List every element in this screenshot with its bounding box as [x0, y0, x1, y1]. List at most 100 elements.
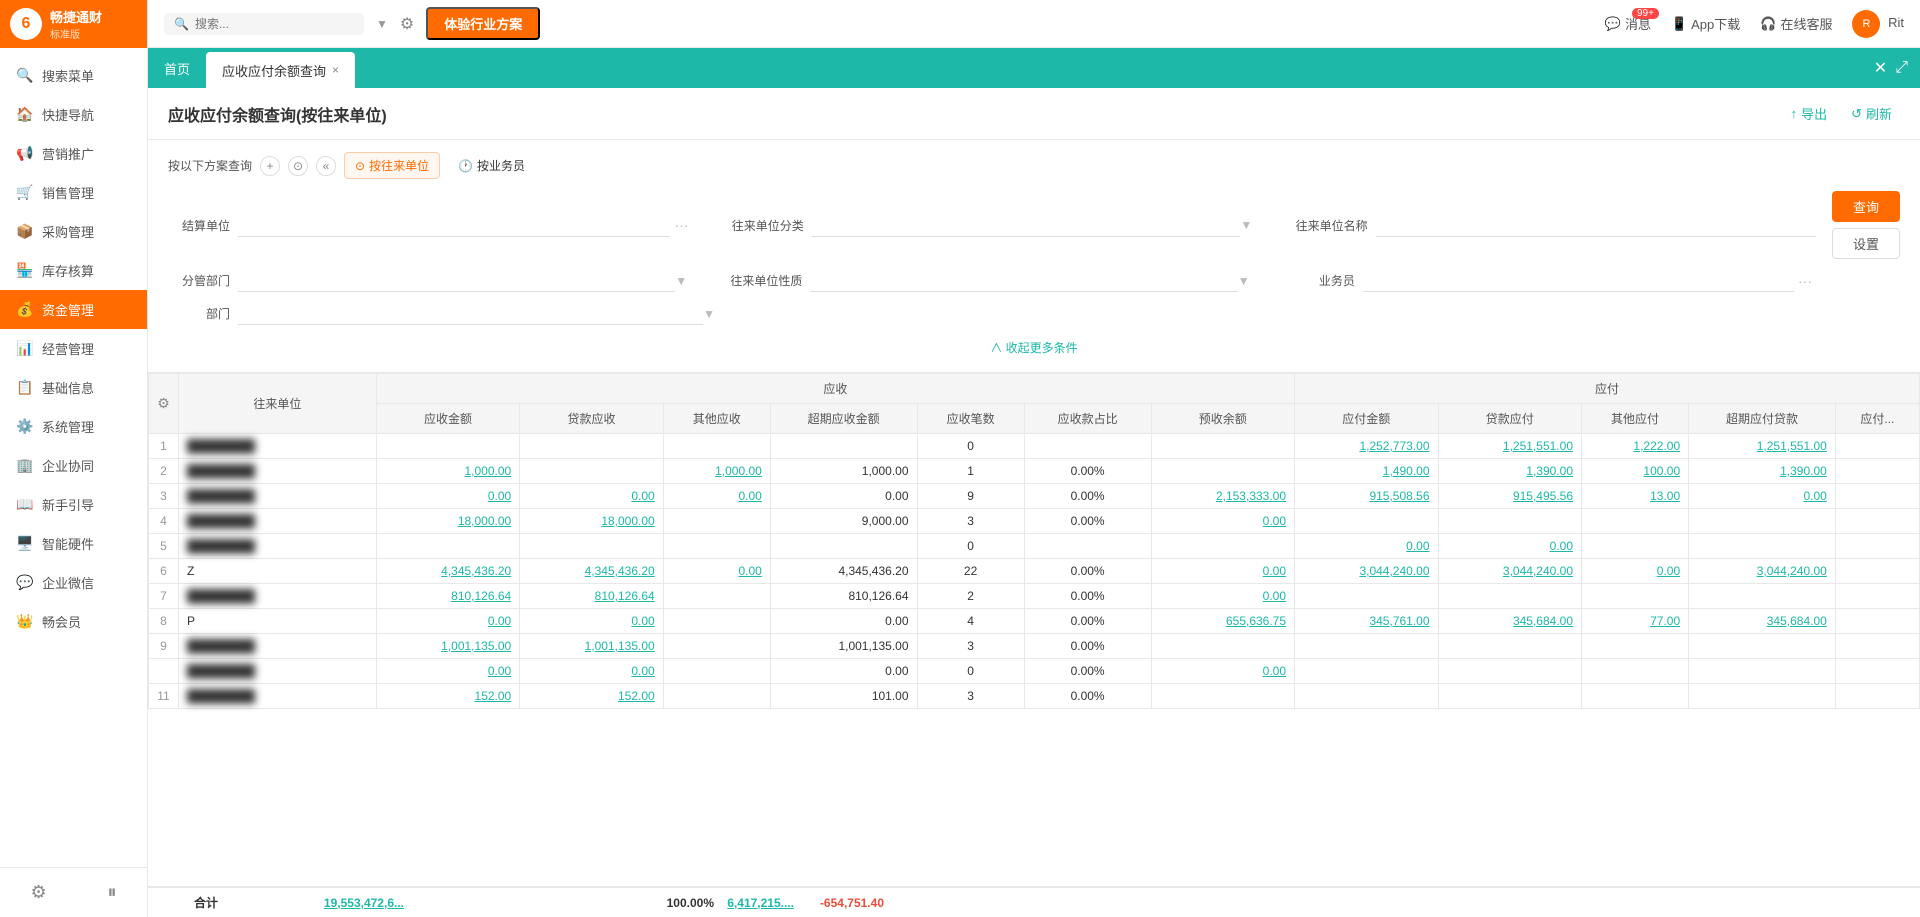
cell-other-rec[interactable]: 1,000.00 — [663, 459, 770, 484]
sidebar-item-guide[interactable]: 📖 新手引导 — [0, 485, 147, 524]
add-scheme-button[interactable]: + — [260, 156, 280, 176]
cell-overdue-pay[interactable]: 3,044,240.00 — [1689, 559, 1836, 584]
cell-loan-rec[interactable]: 152.00 — [520, 684, 663, 709]
maximize-icon[interactable]: ⤢ — [1895, 59, 1908, 77]
cell-rec-amount[interactable]: 0.00 — [376, 484, 519, 509]
query-button[interactable]: 查询 — [1832, 191, 1900, 222]
cell-loan-pay[interactable]: 915,495.56 — [1438, 484, 1581, 509]
tab-home[interactable]: 首页 — [148, 48, 206, 88]
xingzhi-input[interactable] — [810, 269, 1237, 292]
name-input[interactable] — [1376, 214, 1816, 237]
cell-overdue-pay[interactable]: 1,390.00 — [1689, 459, 1836, 484]
jiesuan-input[interactable] — [238, 214, 670, 237]
cell-rec-amount[interactable]: 0.00 — [376, 659, 519, 684]
cell-other-rec[interactable]: 0.00 — [663, 484, 770, 509]
cell-other-pay[interactable]: 13.00 — [1582, 484, 1689, 509]
online-service-button[interactable]: 🎧 在线客服 — [1760, 14, 1832, 33]
fenguan-input[interactable] — [238, 269, 675, 292]
jiesuan-dots-icon[interactable]: ··· — [670, 217, 688, 233]
promo-button[interactable]: 体验行业方案 — [426, 7, 540, 40]
cell-rec-amount[interactable]: 152.00 — [376, 684, 519, 709]
fenlei-input[interactable] — [812, 214, 1241, 237]
collapse-icon[interactable]: ⏸ — [102, 876, 123, 909]
cell-prepay[interactable]: 0.00 — [1151, 559, 1294, 584]
search-input[interactable] — [195, 17, 345, 31]
cell-pay-amount[interactable]: 345,761.00 — [1295, 609, 1438, 634]
user-menu[interactable]: R Rit — [1852, 10, 1904, 38]
cell-loan-pay[interactable]: 1,390.00 — [1438, 459, 1581, 484]
settings-scheme-button[interactable]: ⊙ — [288, 156, 308, 176]
sidebar-item-enterprise[interactable]: 🏢 企业协同 — [0, 446, 147, 485]
cell-loan-rec[interactable]: 4,345,436.20 — [520, 559, 663, 584]
cell-pay-amount[interactable]: 915,508.56 — [1295, 484, 1438, 509]
cell-loan-pay[interactable]: 1,251,551.00 — [1438, 434, 1581, 459]
sidebar-item-inventory[interactable]: 🏪 库存核算 — [0, 251, 147, 290]
cell-prepay[interactable]: 2,153,333.00 — [1151, 484, 1294, 509]
cell-loan-rec[interactable]: 18,000.00 — [520, 509, 663, 534]
message-button[interactable]: 💬 消息 99+ — [1605, 14, 1651, 33]
cell-rec-amount[interactable]: 1,000.00 — [376, 459, 519, 484]
cell-rec-amount[interactable]: 4,345,436.20 — [376, 559, 519, 584]
refresh-button[interactable]: ↺ 刷新 — [1843, 100, 1900, 127]
scheme-by-salesperson[interactable]: 🕐 按业务员 — [448, 153, 535, 178]
cell-loan-rec[interactable]: 1,001,135.00 — [520, 634, 663, 659]
cell-pay-amount[interactable]: 3,044,240.00 — [1295, 559, 1438, 584]
cell-other-rec[interactable]: 0.00 — [663, 559, 770, 584]
cell-prepay[interactable]: 0.00 — [1151, 584, 1294, 609]
cell-other-pay[interactable]: 0.00 — [1582, 559, 1689, 584]
cell-prepay[interactable]: 0.00 — [1151, 659, 1294, 684]
cell-loan-rec[interactable]: 0.00 — [520, 609, 663, 634]
search-box[interactable]: 🔍 — [164, 13, 364, 35]
close-tab-icon[interactable]: × — [332, 63, 339, 77]
bumen-chevron-icon[interactable]: ▼ — [703, 307, 715, 321]
sidebar-item-sales[interactable]: 🛒 销售管理 — [0, 173, 147, 212]
sidebar-item-search[interactable]: 🔍 搜索菜单 — [0, 56, 147, 95]
bumen-input[interactable] — [238, 302, 703, 325]
footer-rec-total[interactable]: 19,553,472,6... — [314, 896, 404, 910]
collapse-filter-button[interactable]: ∧ 收起更多条件 — [168, 335, 1900, 360]
settings-bottom-icon[interactable]: ⚙ — [24, 876, 52, 909]
collapse-scheme-button[interactable]: « — [316, 156, 336, 176]
sidebar-item-marketing[interactable]: 📢 营销推广 — [0, 134, 147, 173]
cell-prepay[interactable]: 0.00 — [1151, 509, 1294, 534]
yewuyuan-input[interactable] — [1363, 269, 1794, 292]
scheme-by-partner[interactable]: ⊙ 按往来单位 — [344, 152, 440, 179]
cell-other-pay[interactable]: 77.00 — [1582, 609, 1689, 634]
xingzhi-chevron-icon[interactable]: ▼ — [1238, 274, 1250, 288]
cell-loan-pay[interactable]: 345,684.00 — [1438, 609, 1581, 634]
sidebar-item-operations[interactable]: 📊 经营管理 — [0, 329, 147, 368]
sidebar-item-hardware[interactable]: 🖥️ 智能硬件 — [0, 524, 147, 563]
cell-other-pay[interactable]: 100.00 — [1582, 459, 1689, 484]
cell-loan-pay[interactable]: 0.00 — [1438, 534, 1581, 559]
sidebar-item-vip[interactable]: 👑 畅会员 — [0, 602, 147, 641]
tab-receivable-query[interactable]: 应收应付余额查询 × — [206, 52, 355, 88]
cell-overdue-pay[interactable]: 345,684.00 — [1689, 609, 1836, 634]
export-button[interactable]: ↑ 导出 — [1783, 100, 1836, 127]
table-gear-icon[interactable]: ⚙ — [157, 395, 170, 411]
footer-prepay[interactable]: 6,417,215.... — [714, 896, 794, 910]
fenlei-chevron-icon[interactable]: ▼ — [1240, 218, 1252, 232]
cell-other-pay[interactable]: 1,222.00 — [1582, 434, 1689, 459]
cell-overdue-pay[interactable]: 1,251,551.00 — [1689, 434, 1836, 459]
chevron-down-icon[interactable]: ▼ — [376, 17, 388, 31]
close-window-icon[interactable]: ✕ — [1874, 58, 1887, 78]
cell-pay-amount[interactable]: 0.00 — [1295, 534, 1438, 559]
app-download-button[interactable]: 📱 App下载 — [1671, 14, 1740, 33]
cell-overdue-pay[interactable]: 0.00 — [1689, 484, 1836, 509]
setting-button[interactable]: 设置 — [1832, 228, 1900, 259]
sidebar-item-quicknav[interactable]: 🏠 快捷导航 — [0, 95, 147, 134]
cell-rec-amount[interactable]: 810,126.64 — [376, 584, 519, 609]
cell-prepay[interactable]: 655,636.75 — [1151, 609, 1294, 634]
yewuyuan-dots-icon[interactable]: ··· — [1794, 273, 1812, 289]
sidebar-item-system[interactable]: ⚙️ 系统管理 — [0, 407, 147, 446]
cell-rec-amount[interactable]: 1,001,135.00 — [376, 634, 519, 659]
cell-loan-rec[interactable]: 0.00 — [520, 484, 663, 509]
cell-rec-amount[interactable]: 0.00 — [376, 609, 519, 634]
cell-loan-rec[interactable]: 810,126.64 — [520, 584, 663, 609]
cell-loan-rec[interactable]: 0.00 — [520, 659, 663, 684]
sidebar-item-finance[interactable]: 💰 资金管理 — [0, 290, 147, 329]
cell-pay-amount[interactable]: 1,252,773.00 — [1295, 434, 1438, 459]
cell-rec-amount[interactable]: 18,000.00 — [376, 509, 519, 534]
cell-loan-pay[interactable]: 3,044,240.00 — [1438, 559, 1581, 584]
cell-pay-amount[interactable]: 1,490.00 — [1295, 459, 1438, 484]
